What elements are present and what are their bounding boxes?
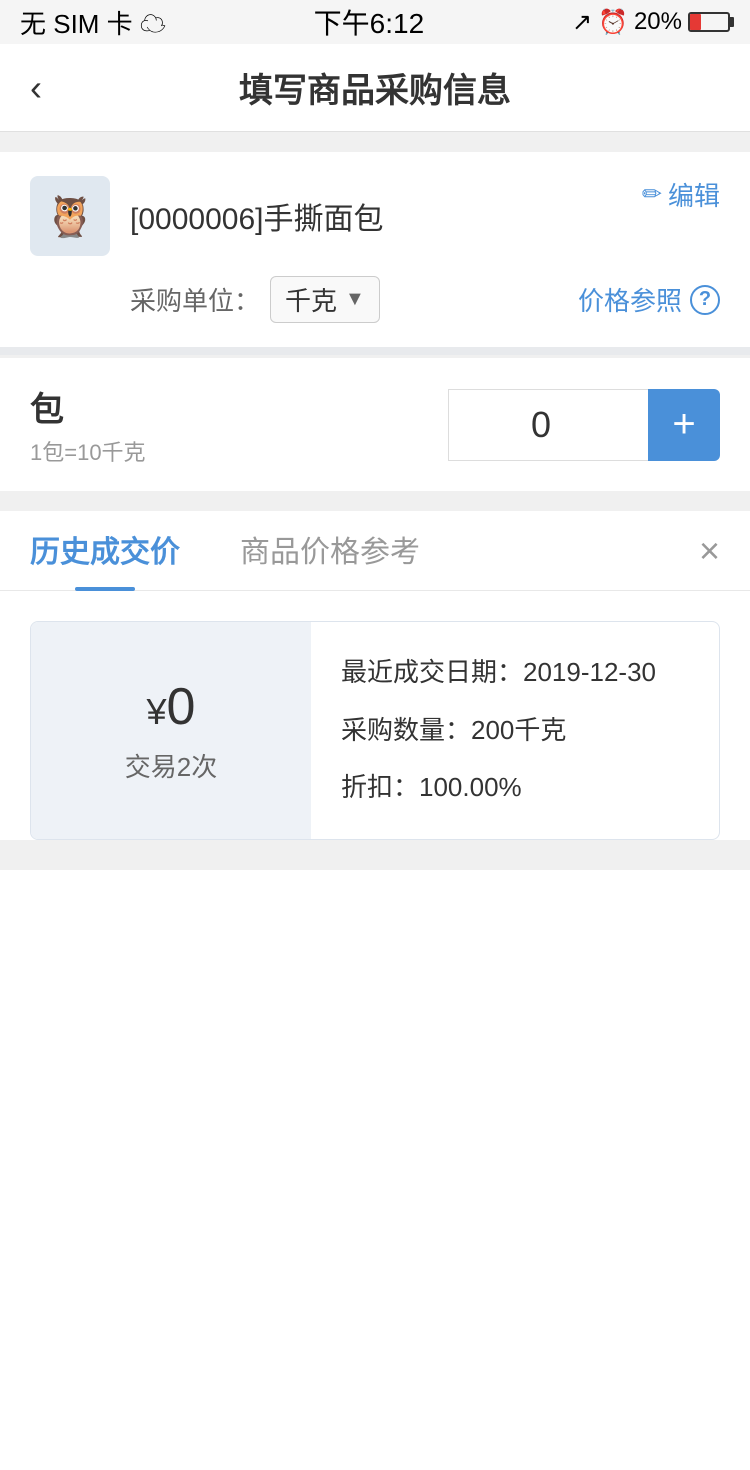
nav-bar: ‹ 填写商品采购信息 bbox=[0, 44, 750, 132]
transaction-count: 交易2次 bbox=[125, 747, 217, 784]
quantity-input-wrap: + bbox=[448, 389, 720, 461]
discount-label: 折扣： bbox=[341, 772, 419, 802]
purchase-qty-value: 200千克 bbox=[471, 715, 566, 745]
purchase-qty-row: 采购数量：200千克 bbox=[341, 710, 689, 752]
product-name: [0000006]手撕面包 bbox=[130, 194, 383, 238]
tab-panel: 历史成交价 商品价格参考 × ¥0 交易2次 最近成交日期：2019-12-30… bbox=[0, 511, 750, 840]
tab-history-label: 历史成交价 bbox=[30, 527, 180, 571]
back-button[interactable]: ‹ bbox=[30, 67, 80, 109]
battery-indicator bbox=[688, 12, 730, 32]
purchase-qty-label: 采购数量： bbox=[341, 715, 471, 745]
product-unit-row: 采购单位： 千克 ▼ 价格参照 ? bbox=[130, 276, 720, 323]
product-card: 🦉 [0000006]手撕面包 ✏ 编辑 采购单位： 千克 ▼ 价格参照 ? bbox=[0, 152, 750, 347]
tab-items: 历史成交价 商品价格参考 bbox=[30, 511, 420, 591]
location-icon: ↗ bbox=[572, 8, 592, 37]
quantity-row: 包 1包=10千克 + bbox=[0, 357, 750, 491]
recent-date-label: 最近成交日期： bbox=[341, 657, 523, 687]
status-time: 下午6:12 bbox=[314, 2, 425, 42]
recent-date-value: 2019-12-30 bbox=[523, 657, 656, 687]
status-right: ↗ ⏰ 20% bbox=[572, 8, 730, 37]
tab-header: 历史成交价 商品价格参考 × bbox=[0, 511, 750, 591]
sim-text: 无 SIM 卡 ☁ bbox=[20, 4, 166, 41]
alarm-icon: ⏰ bbox=[598, 8, 628, 37]
recent-date-row: 最近成交日期：2019-12-30 bbox=[341, 652, 689, 694]
product-header: 🦉 [0000006]手撕面包 ✏ 编辑 bbox=[30, 176, 720, 256]
product-thumbnail: 🦉 bbox=[30, 176, 110, 256]
tab-priceref-label: 商品价格参考 bbox=[240, 527, 420, 571]
tab-close-button[interactable]: × bbox=[699, 530, 720, 572]
unit-value: 千克 bbox=[285, 281, 337, 318]
transaction-right: 最近成交日期：2019-12-30 采购数量：200千克 折扣：100.00% bbox=[311, 622, 719, 839]
quantity-unit: 包 bbox=[30, 382, 146, 431]
unit-label: 采购单位： bbox=[130, 281, 260, 318]
quantity-plus-button[interactable]: + bbox=[648, 389, 720, 461]
help-icon: ? bbox=[690, 285, 720, 315]
edit-button[interactable]: ✏ 编辑 bbox=[642, 176, 720, 213]
tab-history-price[interactable]: 历史成交价 bbox=[30, 511, 180, 591]
discount-row: 折扣：100.00% bbox=[341, 767, 689, 809]
discount-value: 100.00% bbox=[419, 772, 522, 802]
quantity-label-wrap: 包 1包=10千克 bbox=[30, 382, 146, 467]
price-ref-label: 价格参照 bbox=[578, 281, 682, 318]
transaction-card: ¥0 交易2次 最近成交日期：2019-12-30 采购数量：200千克 折扣：… bbox=[30, 621, 720, 840]
battery-percent: 20% bbox=[634, 8, 682, 36]
unit-select[interactable]: 千克 ▼ bbox=[270, 276, 380, 323]
tab-active-indicator bbox=[75, 587, 135, 591]
page-background bbox=[0, 870, 750, 1470]
dropdown-arrow-icon: ▼ bbox=[345, 288, 365, 311]
currency-symbol: ¥ bbox=[147, 691, 167, 732]
product-left: 🦉 [0000006]手撕面包 bbox=[30, 176, 383, 256]
price-value: 0 bbox=[167, 678, 196, 736]
quantity-input[interactable] bbox=[448, 389, 648, 461]
owl-icon: 🦉 bbox=[45, 193, 95, 240]
transaction-left: ¥0 交易2次 bbox=[31, 622, 311, 839]
separator bbox=[0, 347, 750, 355]
tab-price-ref[interactable]: 商品价格参考 bbox=[240, 511, 420, 591]
price-ref-button[interactable]: 价格参照 ? bbox=[578, 281, 720, 318]
status-left: 无 SIM 卡 ☁ bbox=[20, 4, 166, 41]
edit-icon: ✏ bbox=[642, 180, 662, 209]
status-bar: 无 SIM 卡 ☁ 下午6:12 ↗ ⏰ 20% bbox=[0, 0, 750, 44]
page-title: 填写商品采购信息 bbox=[239, 63, 511, 112]
transaction-price: ¥0 bbox=[147, 677, 196, 737]
quantity-conversion: 1包=10千克 bbox=[30, 435, 146, 467]
edit-label: 编辑 bbox=[668, 176, 720, 213]
